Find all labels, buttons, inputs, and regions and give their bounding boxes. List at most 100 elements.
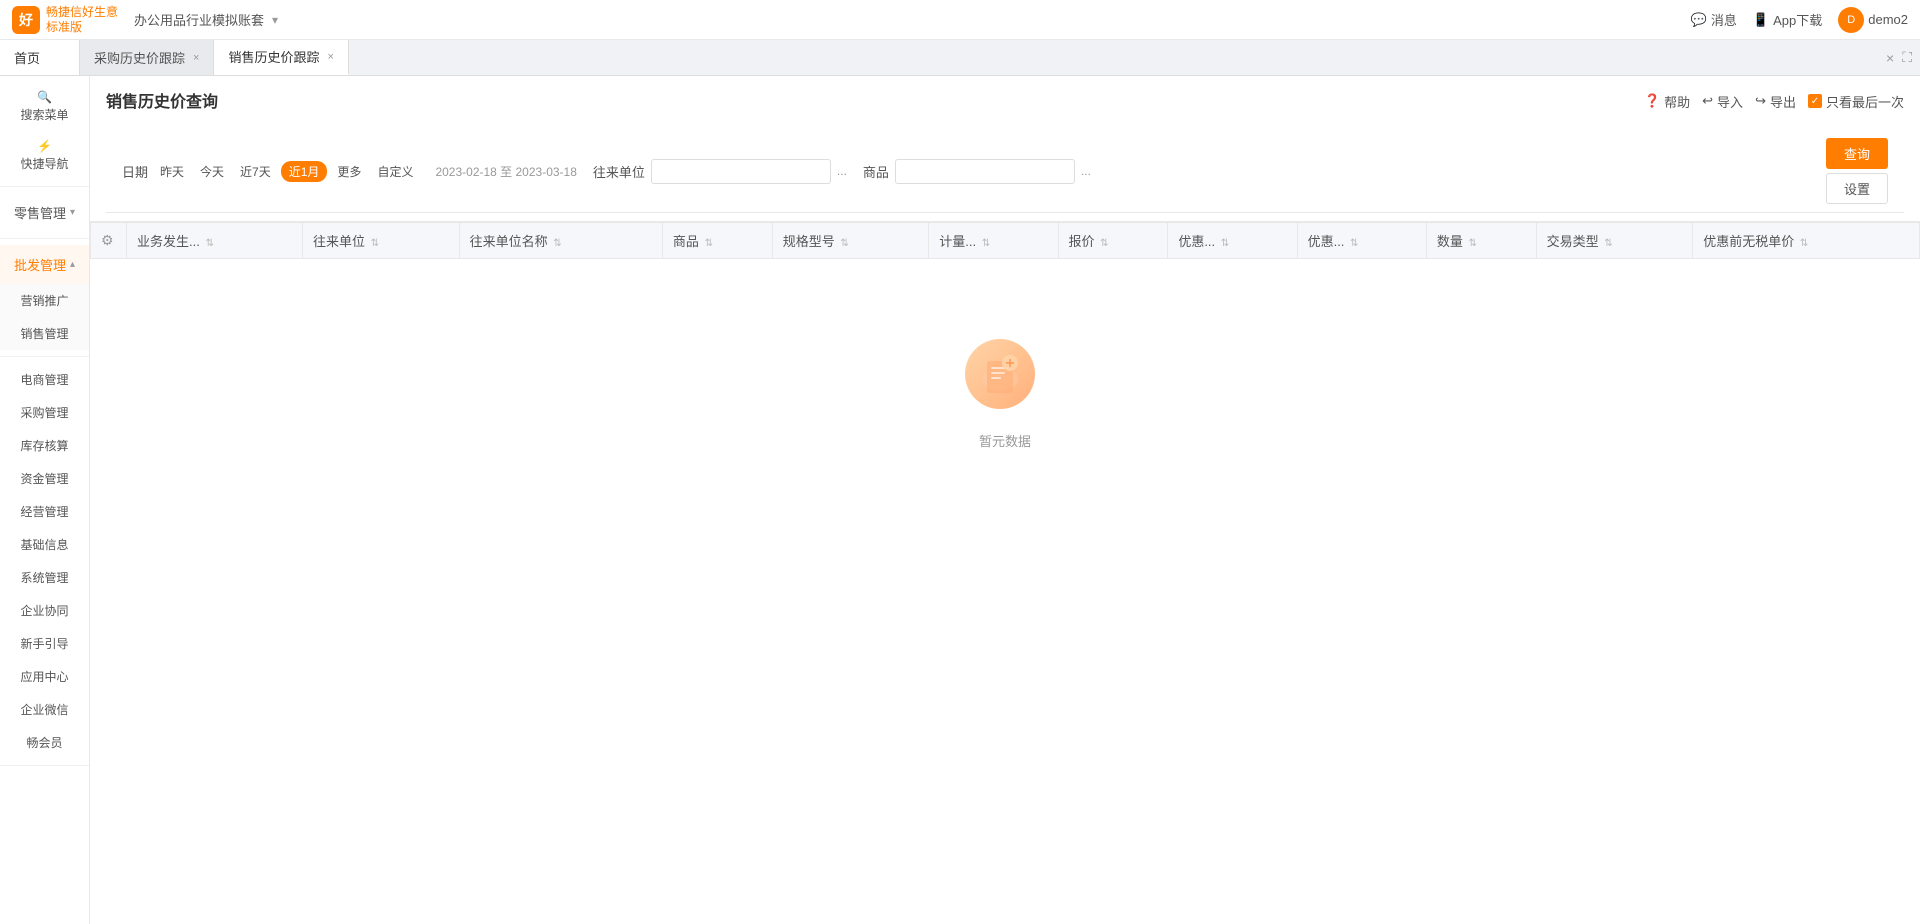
page-header: 销售历史价查询 ❓ 帮助 ↩ 导入 ↪ 导出 ✓ [90,76,1920,222]
sort-icon-unit[interactable]: ⇅ [982,238,990,249]
sort-icon-quote[interactable]: ⇅ [1100,238,1108,249]
tab-close-sales[interactable]: × [327,51,333,63]
sidebar-item-inventory[interactable]: 库存核算 [0,429,89,462]
date-btn-7days[interactable]: 近7天 [234,161,277,182]
export-button[interactable]: ↪ 导出 [1755,92,1796,111]
goods-label: 商品 [863,162,889,181]
th-discount2: 优惠... ⇅ [1297,223,1426,259]
export-icon: ↪ [1755,93,1766,109]
query-button[interactable]: 查询 [1826,138,1888,169]
goods-filter-group: 商品 ... [863,159,1091,184]
sidebar-item-wholesale[interactable]: 批发管理 ▴ [0,245,89,284]
avatar: D [1838,7,1864,33]
sidebar: 🔍 搜索菜单 ⚡ 快捷导航 零售管理 ▾ 批发管理 ▴ 营销推广 [0,76,90,924]
empty-state: 暂元数据 [90,259,1920,530]
help-button[interactable]: ❓ 帮助 [1644,92,1690,111]
sidebar-item-purchase[interactable]: 采购管理 [0,396,89,429]
date-btn-more[interactable]: 更多 [331,161,367,182]
topbar-dropdown[interactable]: ▾ [272,13,278,27]
empty-text: 暂元数据 [979,431,1031,450]
sidebar-item-app-center[interactable]: 应用中心 [0,660,89,693]
header-row: ⚙ 业务发生... ⇅ 往来单位 ⇅ 往来单位名称 [91,223,1920,259]
goods-input[interactable] [895,159,1075,184]
th-quote: 报价 ⇅ [1058,223,1168,259]
last-only-checkbox[interactable]: ✓ 只看最后一次 [1808,92,1904,111]
main-layout: 🔍 搜索菜单 ⚡ 快捷导航 零售管理 ▾ 批发管理 ▴ 营销推广 [0,76,1920,924]
tab-home[interactable]: 首页 [0,40,80,75]
logo-icon: 好 [12,6,40,34]
date-btn-custom[interactable]: 自定义 [371,161,419,182]
table-settings-icon[interactable]: ⚙ [101,232,114,248]
th-quantity: 数量 ⇅ [1426,223,1536,259]
sidebar-item-basic-info[interactable]: 基础信息 [0,528,89,561]
sidebar-item-new-guide[interactable]: 新手引导 [0,627,89,660]
sidebar-item-sales-mgmt[interactable]: 销售管理 [0,317,89,350]
sidebar-item-vip[interactable]: 畅会员 [0,726,89,759]
date-buttons: 昨天 今天 近7天 近1月 更多 自定义 [154,161,419,182]
chevron-up-icon: ▴ [70,259,75,270]
close-all-tabs-button[interactable]: × [1886,50,1894,66]
goods-dots-button[interactable]: ... [1081,164,1091,178]
sidebar-item-operations[interactable]: 经营管理 [0,495,89,528]
filter-row: 日期 昨天 今天 近7天 近1月 更多 自定义 2023-02-18 至 202… [106,130,1904,213]
settings-button[interactable]: 设置 [1826,173,1888,204]
tab-sales-history[interactable]: 销售历史价跟踪 × [214,40,348,75]
sort-icon-quantity[interactable]: ⇅ [1468,238,1476,249]
date-btn-today[interactable]: 今天 [194,161,230,182]
sort-icon-trade-type[interactable]: ⇅ [1604,238,1612,249]
sidebar-item-system[interactable]: 系统管理 [0,561,89,594]
tab-actions: × ⛶ [1878,40,1920,75]
sidebar-item-wechat[interactable]: 企业微信 [0,693,89,726]
message-icon: 💬 [1691,12,1707,28]
th-unit: 计量... ⇅ [929,223,1058,259]
sort-icon-pre-tax-price[interactable]: ⇅ [1800,238,1808,249]
message-button[interactable]: 💬 消息 [1691,10,1737,29]
th-goods: 商品 ⇅ [662,223,772,259]
sidebar-section-others: 电商管理 采购管理 库存核算 资金管理 经营管理 基础信息 系统管理 企业协同 [0,357,89,766]
chevron-down-icon: ▾ [70,207,75,218]
user-profile[interactable]: D demo2 [1838,7,1908,33]
topbar: 好 畅捷信好生意 标准版 办公用品行业模拟账套 ▾ 💬 消息 📱 App下载 D… [0,0,1920,40]
date-btn-yesterday[interactable]: 昨天 [154,161,190,182]
tab-spacer [349,40,1878,75]
sort-icon-discount1[interactable]: ⇅ [1221,238,1229,249]
topbar-right: 💬 消息 📱 App下载 D demo2 [1691,7,1908,33]
partner-label: 往来单位 [593,162,645,181]
sort-icon-spec[interactable]: ⇅ [840,238,848,249]
sidebar-item-marketing[interactable]: 营销推广 [0,284,89,317]
content-area: 销售历史价查询 ❓ 帮助 ↩ 导入 ↪ 导出 ✓ [90,76,1920,924]
checkbox-checked-icon: ✓ [1808,94,1822,108]
logo-area: 好 畅捷信好生意 标准版 [12,5,118,34]
fullscreen-button[interactable]: ⛶ [1902,49,1912,66]
app-download-button[interactable]: 📱 App下载 [1753,10,1822,29]
nav-icon: ⚡ [37,139,52,153]
date-filter-label: 日期 [122,162,148,181]
partner-input[interactable] [651,159,831,184]
sidebar-item-retail[interactable]: 零售管理 ▾ [0,193,89,232]
sort-icon-partner-code[interactable]: ⇅ [371,238,379,249]
sidebar-item-finance[interactable]: 资金管理 [0,462,89,495]
partner-dots-button[interactable]: ... [837,164,847,178]
table-header: ⚙ 业务发生... ⇅ 往来单位 ⇅ 往来单位名称 [91,223,1920,259]
no-data-icon [975,349,1025,399]
sort-icon-discount2[interactable]: ⇅ [1350,238,1358,249]
date-btn-1month[interactable]: 近1月 [281,161,328,182]
tab-purchase-history[interactable]: 采购历史价跟踪 × [80,40,214,75]
th-discount1: 优惠... ⇅ [1168,223,1297,259]
sidebar-item-ecommerce[interactable]: 电商管理 [0,363,89,396]
sidebar-item-quick-nav[interactable]: ⚡ 快捷导航 [0,131,89,180]
tab-close-purchase[interactable]: × [193,52,199,64]
logo-text: 畅捷信好生意 标准版 [46,5,118,34]
help-icon: ❓ [1644,93,1660,109]
import-button[interactable]: ↩ 导入 [1702,92,1743,111]
page-title: 销售历史价查询 [106,88,218,112]
partner-filter-group: 往来单位 ... [593,159,847,184]
topbar-left: 好 畅捷信好生意 标准版 办公用品行业模拟账套 ▾ [12,5,278,34]
sidebar-item-search[interactable]: 🔍 搜索菜单 [0,82,89,131]
sidebar-item-cooperation[interactable]: 企业协同 [0,594,89,627]
th-biz-date: 业务发生... ⇅ [127,223,303,259]
sort-icon-biz-date[interactable]: ⇅ [205,238,213,249]
sort-icon-goods[interactable]: ⇅ [705,238,713,249]
sort-icon-partner-name[interactable]: ⇅ [553,238,561,249]
data-table: ⚙ 业务发生... ⇅ 往来单位 ⇅ 往来单位名称 [90,222,1920,259]
